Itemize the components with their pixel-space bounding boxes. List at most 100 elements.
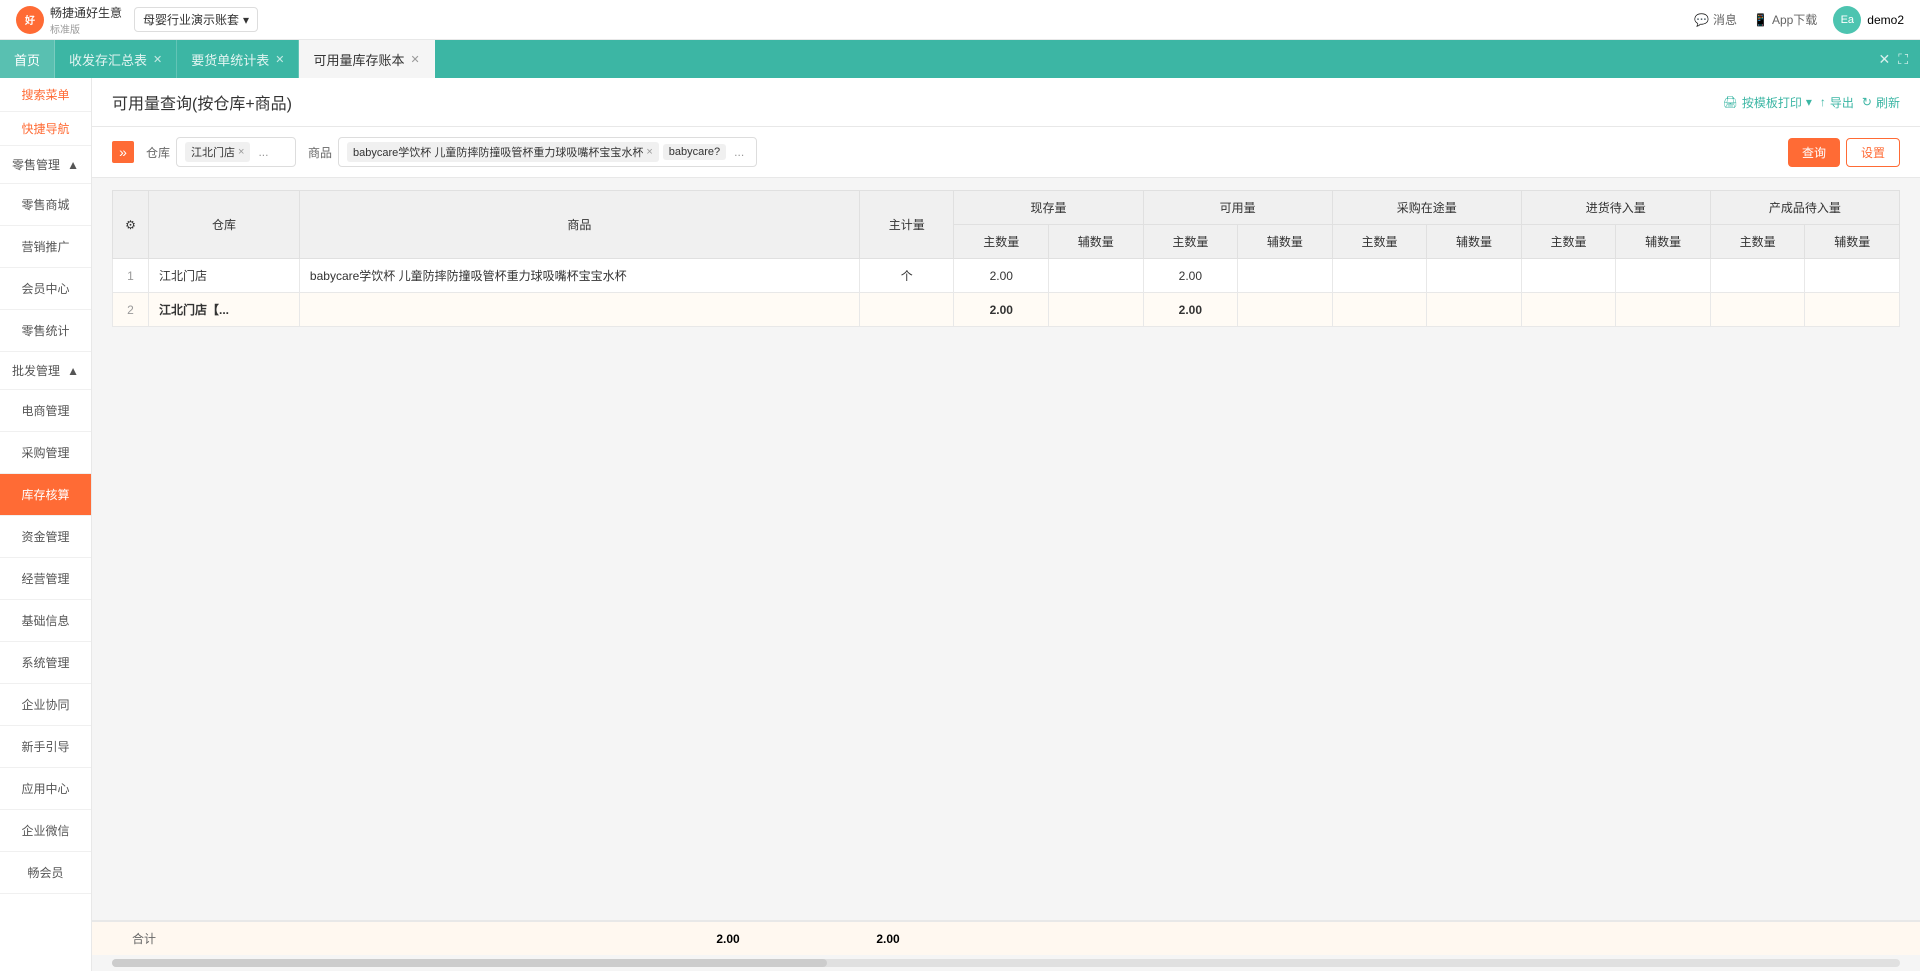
expand-button[interactable]: » xyxy=(112,141,134,163)
tab-inventory[interactable]: 可用量库存账本 ✕ xyxy=(299,40,434,78)
row-1-product: babycare学饮杯 儿童防摔防撞吸管杯重力球吸嘴杯宝宝水杯 xyxy=(299,259,859,293)
th-gear[interactable]: ⚙ xyxy=(113,191,149,259)
row-2-num: 2 xyxy=(113,293,149,327)
logo-text: 畅捷通好生意 标准版 xyxy=(50,4,122,36)
table-footer: 合计 2.00 2.00 xyxy=(92,920,1920,955)
table-wrapper: ⚙ 仓库 商品 主计量 现存量 可用量 采购在途量 进货待入量 产成品待入量 主… xyxy=(92,178,1920,920)
th-purchase-in-transit: 采购在途量 xyxy=(1332,191,1521,225)
row-1-incoming-main-qty xyxy=(1521,259,1616,293)
sidebar-item-member[interactable]: 会员中心 xyxy=(0,268,91,310)
row-1-purchase-aux-qty xyxy=(1427,259,1522,293)
logo: 好 畅捷通好生意 标准版 xyxy=(16,4,122,36)
row-2-main-unit xyxy=(859,293,954,327)
export-button[interactable]: ↑ 导出 xyxy=(1820,94,1854,111)
fullscreen-icon[interactable]: ⛶ xyxy=(1898,51,1908,68)
sidebar-item-purchase[interactable]: 采购管理 xyxy=(0,432,91,474)
store-selector[interactable]: 母婴行业演示账套 ▾ xyxy=(134,7,258,32)
filter-product-group: 商品 babycare学饮杯 儿童防摔防撞吸管杯重力球吸嘴杯宝宝水杯 × bab… xyxy=(308,137,757,167)
avatar: Ea xyxy=(1833,6,1861,34)
th-production-aux-qty: 辅数量 xyxy=(1805,225,1900,259)
sidebar-item-app-center[interactable]: 应用中心 xyxy=(0,768,91,810)
sidebar-search[interactable]: 搜索菜单 xyxy=(0,78,91,112)
row-1-main-unit: 个 xyxy=(859,259,954,293)
row-1-incoming-aux-qty xyxy=(1616,259,1711,293)
row-2-current-main-qty: 2.00 xyxy=(954,293,1049,327)
sidebar-item-member2[interactable]: 畅会员 xyxy=(0,852,91,894)
th-product: 商品 xyxy=(299,191,859,259)
th-purchase-main-qty: 主数量 xyxy=(1332,225,1427,259)
sidebar-item-retail-mall[interactable]: 零售商城 xyxy=(0,184,91,226)
row-2-warehouse: 江北门店【... xyxy=(149,293,300,327)
app-download-button[interactable]: 📱 App下载 xyxy=(1753,11,1817,28)
data-table: ⚙ 仓库 商品 主计量 现存量 可用量 采购在途量 进货待入量 产成品待入量 主… xyxy=(112,190,1900,327)
tab-close-inventory[interactable]: ✕ xyxy=(411,53,420,66)
top-bar-right: 💬 消息 📱 App下载 Ea demo2 xyxy=(1694,6,1904,34)
th-available-main-qty: 主数量 xyxy=(1143,225,1238,259)
row-2-available-main-qty: 2.00 xyxy=(1143,293,1238,327)
row-1-available-main-qty: 2.00 xyxy=(1143,259,1238,293)
warehouse-tag-remove[interactable]: × xyxy=(238,146,244,158)
tab-order[interactable]: 要货单统计表 ✕ xyxy=(177,40,299,78)
query-button[interactable]: 查询 xyxy=(1788,138,1840,167)
sidebar-item-newbie[interactable]: 新手引导 xyxy=(0,726,91,768)
sidebar-item-retail-stats[interactable]: 零售统计 xyxy=(0,310,91,352)
table-area: ⚙ 仓库 商品 主计量 现存量 可用量 采购在途量 进货待入量 产成品待入量 主… xyxy=(92,178,1920,339)
row-1-available-aux-qty xyxy=(1238,259,1333,293)
sidebar-item-enterprise-wechat[interactable]: 企业微信 xyxy=(0,810,91,852)
sidebar-item-marketing[interactable]: 营销推广 xyxy=(0,226,91,268)
sidebar: 搜索菜单 快捷导航 零售管理 ▲ 零售商城 营销推广 会员中心 零售统计 批发管… xyxy=(0,78,92,971)
row-2-purchase-aux-qty xyxy=(1427,293,1522,327)
th-available-aux-qty: 辅数量 xyxy=(1238,225,1333,259)
warehouse-input[interactable]: 江北门店 × ... xyxy=(176,137,296,167)
row-1-warehouse: 江北门店 xyxy=(149,259,300,293)
tab-close-order[interactable]: ✕ xyxy=(275,53,284,66)
sidebar-item-retail-mgmt[interactable]: 零售管理 ▲ xyxy=(0,146,91,184)
product-more[interactable]: ... xyxy=(730,145,748,159)
footer-label: 合计 xyxy=(112,930,232,947)
sidebar-item-basic-info[interactable]: 基础信息 xyxy=(0,600,91,642)
th-production-main-qty: 主数量 xyxy=(1710,225,1805,259)
scroll-thumb[interactable] xyxy=(112,959,827,967)
message-button[interactable]: 💬 消息 xyxy=(1694,11,1737,28)
row-2-production-aux-qty xyxy=(1805,293,1900,327)
filter-warehouse-group: 仓库 江北门店 × ... xyxy=(146,137,296,167)
th-purchase-aux-qty: 辅数量 xyxy=(1427,225,1522,259)
sidebar-item-operations[interactable]: 经营管理 xyxy=(0,558,91,600)
row-1-current-aux-qty xyxy=(1049,259,1144,293)
product-input[interactable]: babycare学饮杯 儿童防摔防撞吸管杯重力球吸嘴杯宝宝水杯 × babyca… xyxy=(338,137,757,167)
product-tag-1-remove[interactable]: × xyxy=(646,146,652,158)
sidebar-item-ecommerce[interactable]: 电商管理 xyxy=(0,390,91,432)
user-menu[interactable]: Ea demo2 xyxy=(1833,6,1904,34)
print-button[interactable]: 🖨 按模板打印 ▾ xyxy=(1723,94,1812,111)
sidebar-item-inventory-check[interactable]: 库存核算 xyxy=(0,474,91,516)
row-2-available-aux-qty xyxy=(1238,293,1333,327)
tab-close-receive[interactable]: ✕ xyxy=(153,53,162,66)
sidebar-item-wholesale-mgmt[interactable]: 批发管理 ▲ xyxy=(0,352,91,390)
sidebar-item-system[interactable]: 系统管理 xyxy=(0,642,91,684)
filter-area: » 仓库 江北门店 × ... 商品 babycare学饮杯 儿童防摔防撞吸管杯… xyxy=(92,127,1920,178)
refresh-button[interactable]: ↻ 刷新 xyxy=(1862,94,1900,111)
tab-home[interactable]: 首页 xyxy=(0,40,55,78)
row-2-incoming-main-qty xyxy=(1521,293,1616,327)
th-main-unit: 主计量 xyxy=(859,191,954,259)
main-layout: 搜索菜单 快捷导航 零售管理 ▲ 零售商城 营销推广 会员中心 零售统计 批发管… xyxy=(0,78,1920,971)
sidebar-item-enterprise[interactable]: 企业协同 xyxy=(0,684,91,726)
scroll-bar-area xyxy=(92,955,1920,971)
th-available: 可用量 xyxy=(1143,191,1332,225)
sidebar-quick-nav[interactable]: 快捷导航 xyxy=(0,112,91,146)
top-bar: 好 畅捷通好生意 标准版 母婴行业演示账套 ▾ 💬 消息 📱 App下载 Ea … xyxy=(0,0,1920,40)
tab-receive[interactable]: 收发存汇总表 ✕ xyxy=(55,40,177,78)
row-1-production-main-qty xyxy=(1710,259,1805,293)
row-2-production-main-qty xyxy=(1710,293,1805,327)
row-2-current-aux-qty xyxy=(1049,293,1144,327)
close-all-icon[interactable]: ✕ xyxy=(1878,51,1890,68)
settings-button[interactable]: 设置 xyxy=(1846,138,1900,167)
page-title: 可用量查询(按仓库+商品) xyxy=(112,90,292,114)
sidebar-item-finance[interactable]: 资金管理 xyxy=(0,516,91,558)
content-area: 可用量查询(按仓库+商品) 🖨 按模板打印 ▾ ↑ 导出 ↻ 刷新 » xyxy=(92,78,1920,971)
warehouse-more[interactable]: ... xyxy=(254,145,272,159)
logo-icon: 好 xyxy=(16,6,44,34)
th-warehouse: 仓库 xyxy=(149,191,300,259)
row-1-current-main-qty: 2.00 xyxy=(954,259,1049,293)
product-tag-1: babycare学饮杯 儿童防摔防撞吸管杯重力球吸嘴杯宝宝水杯 × xyxy=(347,142,659,162)
